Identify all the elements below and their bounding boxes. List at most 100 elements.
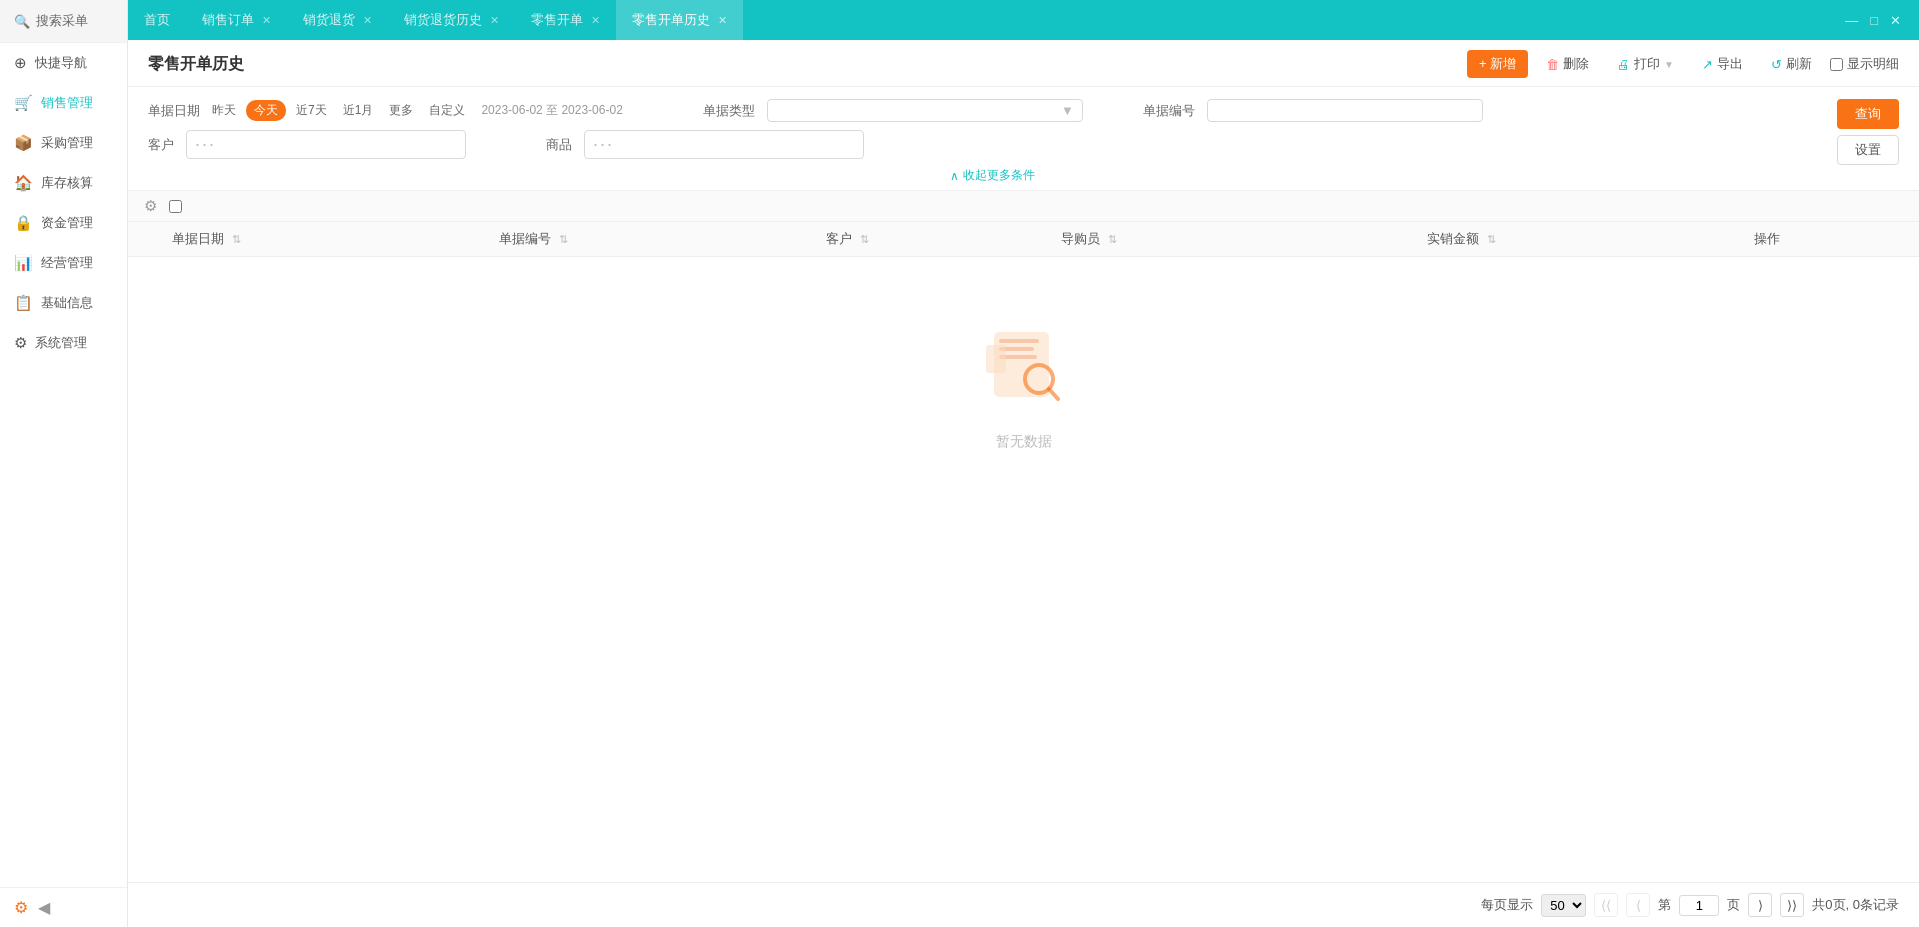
tab-sales-order[interactable]: 销售订单 ✕ <box>186 0 287 40</box>
sidebar-item-label: 经营管理 <box>41 254 93 272</box>
tab-retail-open-close[interactable]: ✕ <box>591 14 600 27</box>
pager: 每页显示 50 ⟨⟨ ⟨ 第 页 ⟩ ⟩⟩ 共0页, 0条记录 <box>128 882 1919 927</box>
finance-icon: 🔒 <box>14 214 33 232</box>
sidebar-item-quick-nav[interactable]: ⊕ 快捷导航 <box>0 43 127 83</box>
operations-icon: 📊 <box>14 254 33 272</box>
docnumber-input[interactable] <box>1207 99 1483 122</box>
sidebar-item-inventory[interactable]: 🏠 库存核算 <box>0 163 127 203</box>
sidebar-search[interactable]: 🔍 搜索采单 <box>0 0 127 43</box>
tab-retail-open[interactable]: 零售开单 ✕ <box>515 0 616 40</box>
empty-text: 暂无数据 <box>996 433 1052 451</box>
sidebar-item-operations[interactable]: 📊 经营管理 <box>0 243 127 283</box>
sidebar-item-label: 采购管理 <box>41 134 93 152</box>
tab-sales-return-history[interactable]: 销货退货历史 ✕ <box>388 0 515 40</box>
date-opt-today[interactable]: 今天 <box>246 100 286 121</box>
th-doc-date[interactable]: 单据日期 ⇅ <box>160 222 487 257</box>
sidebar-item-purchase-mgmt[interactable]: 📦 采购管理 <box>0 123 127 163</box>
window-minimize[interactable]: — <box>1841 11 1862 30</box>
doctype-select[interactable]: ▼ <box>767 99 1083 122</box>
date-opt-custom[interactable]: 自定义 <box>423 100 471 121</box>
sidebar-item-label: 基础信息 <box>41 294 93 312</box>
customer-input-dots: ··· <box>195 134 216 155</box>
th-actual-amount-label: 实销金额 <box>1427 231 1479 246</box>
sidebar-collapse-icon[interactable]: ◀ <box>38 898 50 917</box>
tab-sales-return-history-label: 销货退货历史 <box>404 11 482 29</box>
th-customer[interactable]: 客户 ⇅ <box>814 222 1049 257</box>
display-detail-checkbox[interactable] <box>1830 58 1843 71</box>
next-page-button[interactable]: ⟩ <box>1748 893 1772 917</box>
sort-guide-icon[interactable]: ⇅ <box>1108 233 1117 245</box>
tab-sales-return-history-close[interactable]: ✕ <box>490 14 499 27</box>
collapse-label: 收起更多条件 <box>963 167 1035 184</box>
sidebar-item-system-mgmt[interactable]: ⚙ 系统管理 <box>0 323 127 363</box>
th-check <box>128 222 160 257</box>
system-mgmt-icon: ⚙ <box>14 334 27 352</box>
tab-sales-return-close[interactable]: ✕ <box>363 14 372 27</box>
filter-date-item: 单据日期 昨天 今天 近7天 近1月 更多 自定义 2023-06-02 至 2… <box>148 100 623 121</box>
th-actual-amount[interactable]: 实销金额 ⇅ <box>1415 222 1742 257</box>
table-area: ⚙ 单据日期 ⇅ 单据编号 ⇅ <box>128 191 1919 882</box>
filter-fields: 单据日期 昨天 今天 近7天 近1月 更多 自定义 2023-06-02 至 2… <box>148 99 1837 184</box>
th-doc-number-label: 单据编号 <box>499 231 551 246</box>
date-label: 单据日期 <box>148 102 200 120</box>
th-doc-number[interactable]: 单据编号 ⇅ <box>487 222 814 257</box>
window-close[interactable]: ✕ <box>1886 11 1905 30</box>
tab-home[interactable]: 首页 <box>128 0 186 40</box>
date-opt-more[interactable]: 更多 <box>383 100 419 121</box>
customer-input[interactable]: ··· <box>186 130 466 159</box>
date-opt-7days[interactable]: 近7天 <box>290 100 333 121</box>
sidebar-item-label: 库存核算 <box>41 174 93 192</box>
collapse-more-btn[interactable]: ∧ 收起更多条件 <box>148 167 1837 184</box>
filter-product-item: 商品 ··· <box>546 130 864 159</box>
page-word-pre: 第 <box>1658 896 1671 914</box>
refresh-button[interactable]: ↺ 刷新 <box>1761 51 1822 77</box>
tab-retail-open-history-close[interactable]: ✕ <box>718 14 727 27</box>
display-detail-toggle[interactable]: 显示明细 <box>1830 55 1899 73</box>
refresh-icon: ↺ <box>1771 57 1782 72</box>
sort-actual-amount-icon[interactable]: ⇅ <box>1487 233 1496 245</box>
settings-gear-icon[interactable]: ⚙ <box>14 898 28 917</box>
tab-retail-open-history-label: 零售开单历史 <box>632 11 710 29</box>
filter-settings-button[interactable]: 设置 <box>1837 135 1899 165</box>
product-input[interactable]: ··· <box>584 130 864 159</box>
query-button[interactable]: 查询 <box>1837 99 1899 129</box>
th-guide[interactable]: 导购员 ⇅ <box>1049 222 1330 257</box>
th-doc-date-label: 单据日期 <box>172 231 224 246</box>
sidebar-item-finance[interactable]: 🔒 资金管理 <box>0 203 127 243</box>
per-page-select[interactable]: 50 <box>1541 894 1586 917</box>
sort-doc-date-icon[interactable]: ⇅ <box>232 233 241 245</box>
print-dropdown-icon[interactable]: ▼ <box>1664 59 1674 70</box>
delete-icon: 🗑 <box>1546 57 1559 72</box>
select-all-checkbox[interactable] <box>169 200 182 213</box>
sort-doc-number-icon[interactable]: ⇅ <box>559 233 568 245</box>
last-page-button[interactable]: ⟩⟩ <box>1780 893 1804 917</box>
tab-sales-order-close[interactable]: ✕ <box>262 14 271 27</box>
doctype-dropdown-icon: ▼ <box>1061 103 1074 118</box>
column-settings-icon[interactable]: ⚙ <box>144 197 157 215</box>
sidebar-item-label: 资金管理 <box>41 214 93 232</box>
window-maximize[interactable]: □ <box>1866 11 1882 30</box>
sidebar-item-sales-mgmt[interactable]: 🛒 销售管理 <box>0 83 127 123</box>
sidebar-item-label: 系统管理 <box>35 334 87 352</box>
table-head: 单据日期 ⇅ 单据编号 ⇅ 客户 ⇅ <box>128 222 1919 257</box>
delete-button[interactable]: 🗑 删除 <box>1536 51 1599 77</box>
window-controls: — □ ✕ <box>1827 11 1919 30</box>
print-button[interactable]: 🖨 打印 ▼ <box>1607 51 1684 77</box>
customer-label: 客户 <box>148 136 174 154</box>
first-page-button[interactable]: ⟨⟨ <box>1594 893 1618 917</box>
prev-page-button[interactable]: ⟨ <box>1626 893 1650 917</box>
date-opt-1month[interactable]: 近1月 <box>337 100 380 121</box>
page-number-input[interactable] <box>1679 895 1719 916</box>
sidebar-search-label: 搜索采单 <box>36 12 88 30</box>
tab-retail-open-history[interactable]: 零售开单历史 ✕ <box>616 0 743 40</box>
export-label: 导出 <box>1717 55 1743 73</box>
collapse-arrow-icon: ∧ <box>950 169 959 183</box>
doctype-label: 单据类型 <box>703 102 755 120</box>
sidebar-item-basic-info[interactable]: 📋 基础信息 <box>0 283 127 323</box>
tab-sales-return[interactable]: 销货退货 ✕ <box>287 0 388 40</box>
table-toolbar: ⚙ <box>128 191 1919 222</box>
new-button[interactable]: + 新增 <box>1467 50 1528 78</box>
sort-customer-icon[interactable]: ⇅ <box>860 233 869 245</box>
export-button[interactable]: ↗ 导出 <box>1692 51 1753 77</box>
date-opt-yesterday[interactable]: 昨天 <box>206 100 242 121</box>
